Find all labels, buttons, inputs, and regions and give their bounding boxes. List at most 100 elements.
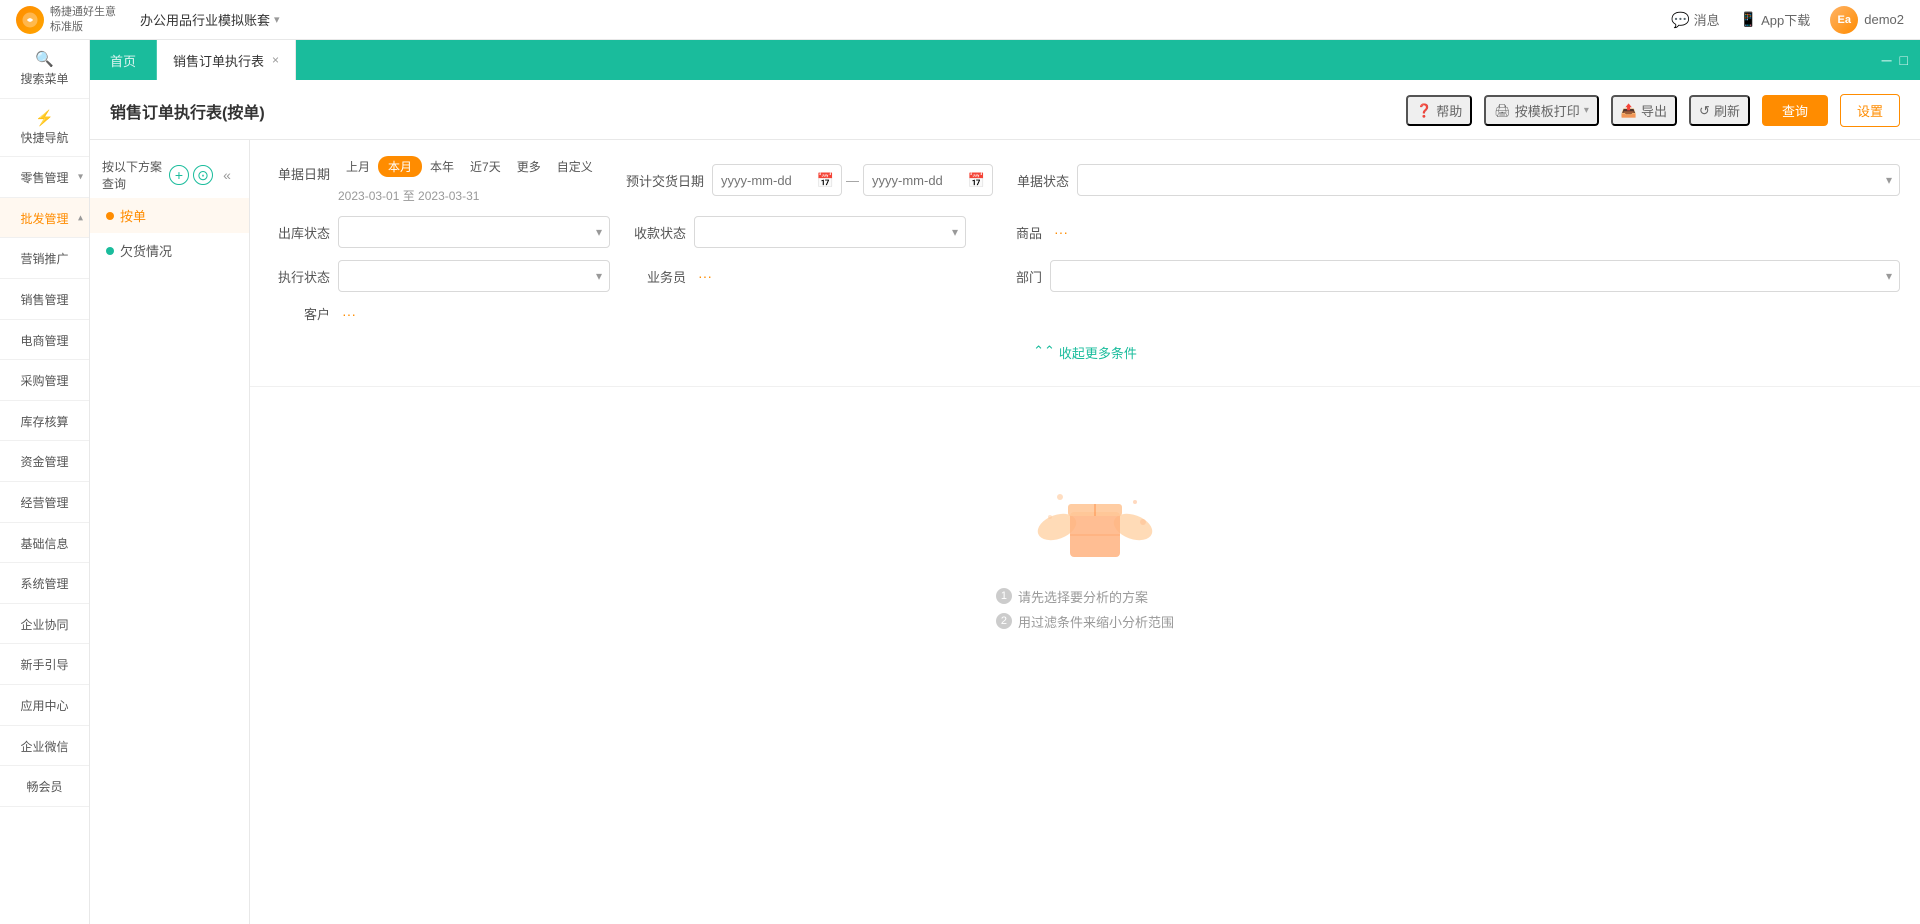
export-icon: 📤 — [1621, 103, 1637, 119]
salesperson-ellipsis[interactable]: ··· — [694, 268, 716, 284]
plan-item-order[interactable]: 按单 — [90, 198, 249, 233]
sidebar-item-search-menu[interactable]: 🔍 搜索菜单 — [0, 40, 89, 99]
tab-home[interactable]: 首页 — [90, 40, 157, 80]
department-label: 部门 — [982, 267, 1042, 286]
sidebar-item-system[interactable]: 系统管理 — [0, 563, 89, 604]
exec-status-label: 执行状态 — [270, 267, 330, 286]
export-button[interactable]: 📤 导出 — [1611, 95, 1677, 126]
sidebar-item-wechat[interactable]: 企业微信 — [0, 726, 89, 767]
exec-status-select[interactable] — [338, 260, 610, 292]
app-download-button[interactable]: 📱 App下载 — [1740, 10, 1811, 29]
tip-text-2: 用过滤条件来缩小分析范围 — [1018, 612, 1174, 631]
sidebar-item-newbie[interactable]: 新手引导 — [0, 644, 89, 685]
expand-icon-2: ▴ — [78, 212, 83, 223]
content-area: 首页 销售订单执行表 × ─ □ 销售订单执行表(按单) ❓ 帮助 — [90, 40, 1920, 924]
collapse-label: 收起更多条件 — [1059, 343, 1137, 362]
breadcrumb[interactable]: 办公用品行业模拟账套 ▾ — [140, 10, 280, 29]
copy-plan-button[interactable]: ⊙ — [193, 165, 213, 185]
date-range-text: 2023-03-01 至 2023-03-31 — [338, 187, 601, 204]
goods-ellipsis[interactable]: ··· — [1050, 224, 1072, 240]
receipt-status-filter: 收款状态 — [626, 216, 966, 248]
tab-close-icon[interactable]: × — [272, 53, 279, 67]
sidebar-item-sales[interactable]: 销售管理 — [0, 279, 89, 320]
department-filter: 部门 — [982, 260, 1900, 292]
customer-filter: 客户 ··· — [270, 304, 610, 323]
collapse-panel-button[interactable]: « — [217, 165, 237, 185]
custom-btn[interactable]: 自定义 — [549, 156, 601, 177]
collapse-row[interactable]: ⌃⌃ 收起更多条件 — [270, 335, 1900, 370]
tab-sales-order[interactable]: 销售订单执行表 × — [157, 40, 296, 80]
delivery-status-label: 出库状态 — [270, 223, 330, 242]
expected-date-end[interactable] — [863, 164, 993, 196]
tab-bar: 首页 销售订单执行表 × ─ □ — [90, 40, 1920, 80]
user-profile[interactable]: Ea demo2 — [1830, 6, 1904, 34]
sidebar-item-quick-nav[interactable]: ⚡ 快捷导航 — [0, 99, 89, 158]
receipt-status-select[interactable] — [694, 216, 966, 248]
refresh-button[interactable]: ↺ 刷新 — [1689, 95, 1750, 126]
minimize-icon[interactable]: ─ — [1882, 52, 1892, 68]
page-body: 按以下方案查询 + ⊙ « 按单 欠货情况 — [90, 140, 1920, 924]
avatar: Ea — [1830, 6, 1858, 34]
settings-button[interactable]: 设置 — [1840, 94, 1900, 127]
breadcrumb-text: 办公用品行业模拟账套 — [140, 10, 270, 29]
receipt-status-label: 收款状态 — [626, 223, 686, 242]
filter-row-4: 客户 ··· — [270, 304, 1900, 323]
empty-tip-2: 2 用过滤条件来缩小分析范围 — [996, 612, 1174, 631]
header-left: 畅捷通好生意 标准版 办公用品行业模拟账套 ▾ — [16, 5, 280, 34]
sidebar-item-operations[interactable]: 经营管理 — [0, 482, 89, 523]
expected-date-start[interactable] — [712, 164, 842, 196]
breadcrumb-arrow-icon: ▾ — [274, 13, 280, 26]
this-year-btn[interactable]: 本年 — [422, 156, 462, 177]
sidebar-item-app-center[interactable]: 应用中心 — [0, 685, 89, 726]
main-layout: 🔍 搜索菜单 ⚡ 快捷导航 零售管理 ▾ 批发管理 ▴ 营销推广 销售管理 电商… — [0, 40, 1920, 924]
date-filter: 单据日期 上月 本月 本年 近7天 更多 自定义 — [270, 156, 610, 204]
filter-row-1: 单据日期 上月 本月 本年 近7天 更多 自定义 — [270, 156, 1900, 204]
tip-num-1: 1 — [996, 588, 1012, 604]
salesperson-label: 业务员 — [626, 267, 686, 286]
expected-date-label: 预计交货日期 — [626, 171, 704, 190]
sidebar-item-retail[interactable]: 零售管理 ▾ — [0, 157, 89, 198]
empty-tips: 1 请先选择要分析的方案 2 用过滤条件来缩小分析范围 — [996, 587, 1174, 637]
date-label: 单据日期 — [270, 164, 330, 183]
expand-icon: ▾ — [78, 171, 83, 182]
more-btn[interactable]: 更多 — [509, 156, 549, 177]
this-month-btn[interactable]: 本月 — [378, 156, 422, 177]
chevron-up-icon: ⌃⌃ — [1033, 343, 1055, 362]
add-plan-button[interactable]: + — [169, 165, 189, 185]
header-right: 💬 消息 📱 App下载 Ea demo2 — [1671, 6, 1904, 34]
sidebar-item-marketing[interactable]: 营销推广 — [0, 238, 89, 279]
page-title: 销售订单执行表(按单) — [110, 99, 265, 123]
sidebar-item-wholesale[interactable]: 批发管理 ▴ — [0, 198, 89, 239]
sidebar-item-member[interactable]: 畅会员 — [0, 766, 89, 807]
status-select[interactable] — [1077, 164, 1900, 196]
sidebar-item-purchase[interactable]: 采购管理 — [0, 360, 89, 401]
plan-item-backorder[interactable]: 欠货情况 — [90, 233, 249, 268]
sidebar-item-inventory[interactable]: 库存核算 — [0, 401, 89, 442]
customer-label: 客户 — [270, 304, 330, 323]
customer-ellipsis[interactable]: ··· — [338, 306, 360, 322]
query-button[interactable]: 查询 — [1762, 95, 1828, 126]
dot-icon-2 — [106, 247, 114, 255]
message-button[interactable]: 💬 消息 — [1671, 10, 1720, 29]
message-icon: 💬 — [1671, 11, 1690, 29]
logo-area: 畅捷通好生意 标准版 — [16, 5, 116, 34]
sidebar-item-enterprise[interactable]: 企业协同 — [0, 604, 89, 645]
right-panel: 单据日期 上月 本月 本年 近7天 更多 自定义 — [250, 140, 1920, 924]
empty-tip-1: 1 请先选择要分析的方案 — [996, 587, 1174, 606]
page-content: 销售订单执行表(按单) ❓ 帮助 🖨 按模板打印 ▾ 📤 导出 — [90, 80, 1920, 924]
sidebar-item-ecommerce[interactable]: 电商管理 — [0, 320, 89, 361]
delivery-status-select[interactable] — [338, 216, 610, 248]
print-button[interactable]: 🖨 按模板打印 ▾ — [1484, 95, 1599, 126]
quick-date-row: 上月 本月 本年 近7天 更多 自定义 — [338, 156, 601, 177]
last-month-btn[interactable]: 上月 — [338, 156, 378, 177]
goods-filter: 商品 ··· — [982, 223, 1900, 242]
help-button[interactable]: ❓ 帮助 — [1406, 95, 1472, 126]
last7-btn[interactable]: 近7天 — [462, 156, 509, 177]
department-select[interactable] — [1050, 260, 1900, 292]
expected-date-end-wrap: 📅 — [863, 164, 993, 196]
sidebar-item-finance[interactable]: 资金管理 — [0, 441, 89, 482]
maximize-icon[interactable]: □ — [1900, 52, 1908, 68]
sidebar-item-basic-info[interactable]: 基础信息 — [0, 523, 89, 564]
delivery-status-filter: 出库状态 — [270, 216, 610, 248]
page-header: 销售订单执行表(按单) ❓ 帮助 🖨 按模板打印 ▾ 📤 导出 — [90, 80, 1920, 140]
